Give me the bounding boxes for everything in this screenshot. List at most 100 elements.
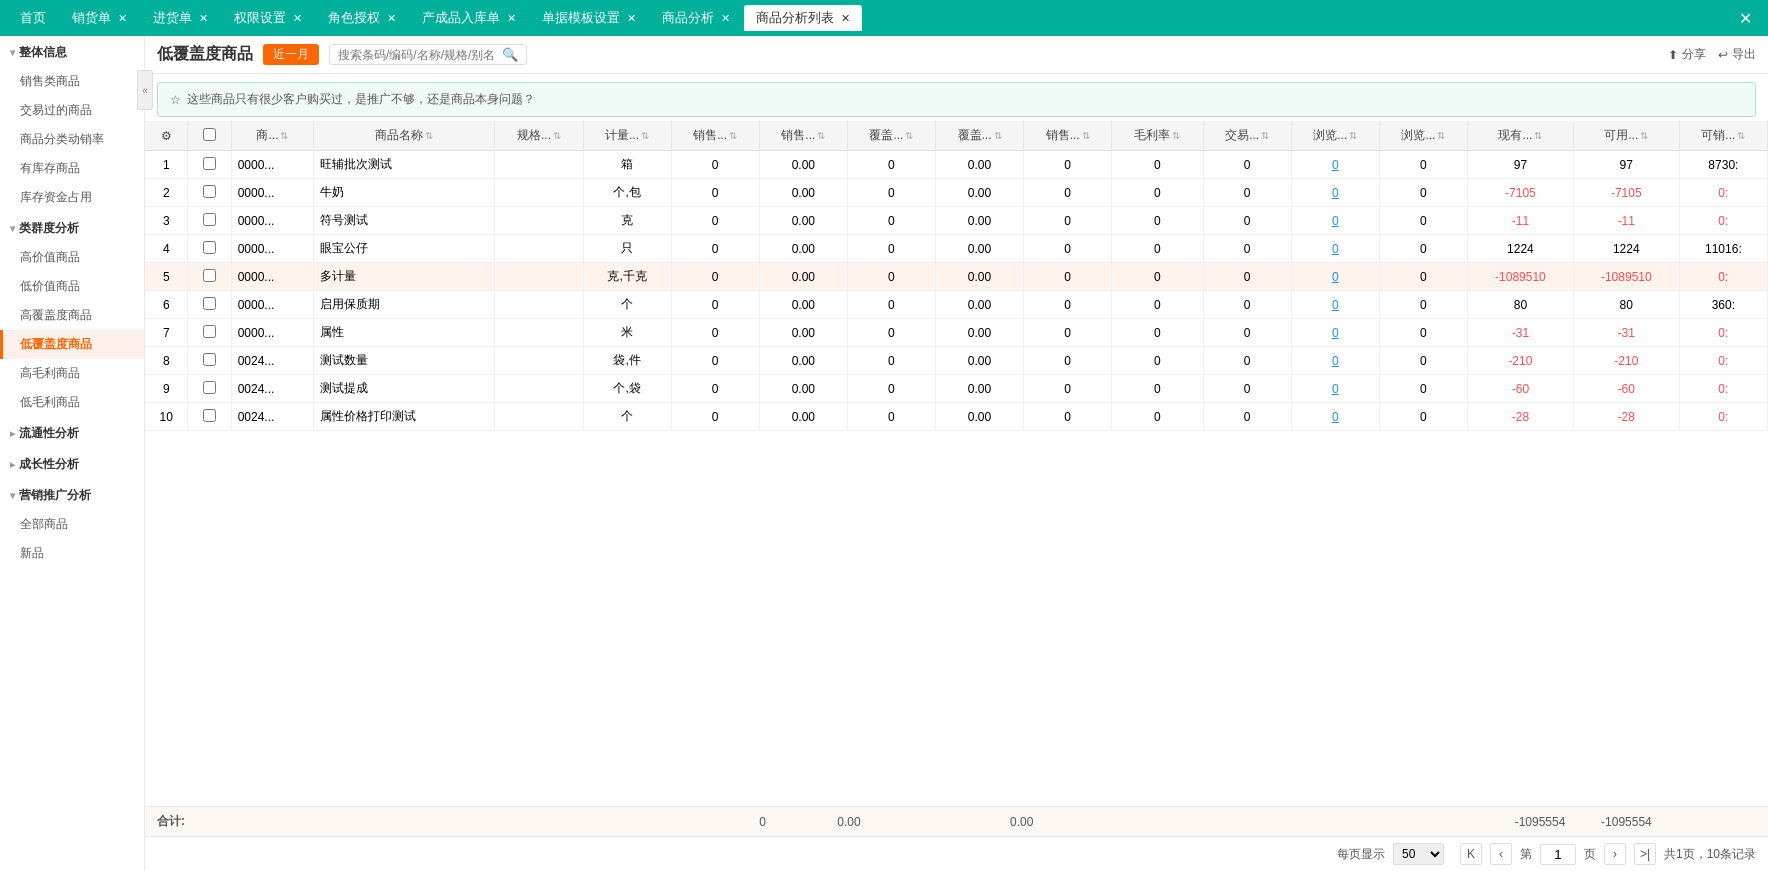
sidebar-section-marketing[interactable]: ▾ 营销推广分析 (0, 479, 144, 510)
row-current-stock: -7105 (1467, 179, 1573, 207)
col-checkbox[interactable] (188, 121, 231, 151)
row-no: 2 (145, 179, 188, 207)
sidebar-item-low-coverage[interactable]: 低覆盖度商品 (0, 330, 144, 359)
row-browse1[interactable]: 0 (1291, 179, 1379, 207)
col-settings[interactable]: ⚙ (145, 121, 188, 151)
sidebar-item-traded-goods[interactable]: 交易过的商品 (0, 96, 144, 125)
share-button[interactable]: ⬆ 分享 (1668, 46, 1706, 63)
row-cover2: 0.00 (935, 263, 1023, 291)
col-sales-count[interactable]: 销售...⇅ (1024, 121, 1112, 151)
col-saleable[interactable]: 可销...⇅ (1679, 121, 1767, 151)
close-icon[interactable]: ✕ (118, 12, 127, 25)
prev-page-button[interactable]: ‹ (1490, 843, 1512, 865)
export-button[interactable]: ↩ 导出 (1718, 46, 1756, 63)
nav-item-perms[interactable]: 权限设置 ✕ (222, 5, 314, 31)
col-sales-qty[interactable]: 销售...⇅ (671, 121, 759, 151)
row-browse1[interactable]: 0 (1291, 403, 1379, 431)
page-input[interactable] (1540, 844, 1576, 865)
row-checkbox[interactable] (188, 179, 231, 207)
sidebar-section-flow[interactable]: ▸ 流通性分析 (0, 417, 144, 448)
sidebar-item-all-goods[interactable]: 全部商品 (0, 510, 144, 539)
row-checkbox[interactable] (188, 347, 231, 375)
row-browse1[interactable]: 0 (1291, 347, 1379, 375)
col-unit[interactable]: 计量...⇅ (583, 121, 671, 151)
row-unit: 米 (583, 319, 671, 347)
row-checkbox[interactable] (188, 403, 231, 431)
sidebar-item-high-margin[interactable]: 高毛利商品 (0, 359, 144, 388)
row-sales-count: 0 (1024, 151, 1112, 179)
search-icon[interactable]: 🔍 (502, 47, 518, 62)
close-icon[interactable]: ✕ (841, 12, 850, 25)
row-browse1[interactable]: 0 (1291, 319, 1379, 347)
close-icon[interactable]: ✕ (387, 12, 396, 25)
search-input[interactable] (338, 48, 498, 62)
close-icon[interactable]: ✕ (293, 12, 302, 25)
row-checkbox[interactable] (188, 291, 231, 319)
nav-item-finished[interactable]: 产成品入库单 ✕ (410, 5, 528, 31)
sidebar-item-low-value[interactable]: 低价值商品 (0, 272, 144, 301)
close-icon[interactable]: ✕ (199, 12, 208, 25)
row-checkbox[interactable] (188, 151, 231, 179)
col-cover1[interactable]: 覆盖...⇅ (847, 121, 935, 151)
row-saleable: 0: (1679, 179, 1767, 207)
period-button[interactable]: 近一月 (263, 44, 319, 65)
row-spec (495, 179, 583, 207)
row-browse1[interactable]: 0 (1291, 207, 1379, 235)
col-current-stock[interactable]: 现有...⇅ (1467, 121, 1573, 151)
col-spec[interactable]: 规格...⇅ (495, 121, 583, 151)
nav-item-analysis[interactable]: 商品分析 ✕ (650, 5, 742, 31)
last-page-button[interactable]: >| (1634, 843, 1656, 865)
row-browse1[interactable]: 0 (1291, 291, 1379, 319)
row-checkbox[interactable] (188, 375, 231, 403)
row-browse1[interactable]: 0 (1291, 151, 1379, 179)
table-row: 8 0024... 测试数量 袋,件 0 0.00 0 0.00 0 0 0 0… (145, 347, 1768, 375)
sidebar-section-overall[interactable]: ▾ 整体信息 (0, 36, 144, 67)
select-all-checkbox[interactable] (203, 128, 216, 141)
close-icon[interactable]: ✕ (627, 12, 636, 25)
row-browse1[interactable]: 0 (1291, 263, 1379, 291)
nav-item-role[interactable]: 角色授权 ✕ (316, 5, 408, 31)
col-avail-stock[interactable]: 可用...⇅ (1573, 121, 1679, 151)
sidebar-section-cluster[interactable]: ▾ 类群度分析 (0, 212, 144, 243)
col-name[interactable]: 商品名称⇅ (314, 121, 495, 151)
col-sales-amt[interactable]: 销售...⇅ (759, 121, 847, 151)
col-browse2[interactable]: 浏览...⇅ (1379, 121, 1467, 151)
row-unit: 个,包 (583, 179, 671, 207)
sidebar-collapse-button[interactable]: « (137, 70, 153, 110)
close-icon[interactable]: ✕ (507, 12, 516, 25)
sidebar-item-high-value[interactable]: 高价值商品 (0, 243, 144, 272)
row-no: 1 (145, 151, 188, 179)
sidebar-item-stock-fund[interactable]: 库存资金占用 (0, 183, 144, 212)
col-trade[interactable]: 交易...⇅ (1203, 121, 1291, 151)
col-browse1[interactable]: 浏览...⇅ (1291, 121, 1379, 151)
row-browse2: 0 (1379, 375, 1467, 403)
sidebar-item-new-goods[interactable]: 新品 (0, 539, 144, 568)
close-icon[interactable]: ✕ (721, 12, 730, 25)
row-checkbox[interactable] (188, 207, 231, 235)
col-cover2[interactable]: 覆盖...⇅ (935, 121, 1023, 151)
close-all-button[interactable]: ✕ (1731, 9, 1760, 28)
row-checkbox[interactable] (188, 319, 231, 347)
nav-item-home[interactable]: 首页 (8, 5, 58, 31)
sidebar-item-low-margin[interactable]: 低毛利商品 (0, 388, 144, 417)
row-current-stock: -28 (1467, 403, 1573, 431)
sidebar-section-growth[interactable]: ▸ 成长性分析 (0, 448, 144, 479)
sidebar-item-stocked-goods[interactable]: 有库存商品 (0, 154, 144, 183)
col-margin[interactable]: 毛利率⇅ (1112, 121, 1203, 151)
row-cover1: 0 (847, 319, 935, 347)
page-size-select[interactable]: 50 100 200 (1393, 843, 1444, 865)
nav-item-purchase[interactable]: 进货单 ✕ (141, 5, 220, 31)
row-checkbox[interactable] (188, 263, 231, 291)
col-code[interactable]: 商...⇅ (231, 121, 314, 151)
nav-item-analysis-list[interactable]: 商品分析列表 ✕ (744, 5, 862, 31)
nav-item-sales[interactable]: 销货单 ✕ (60, 5, 139, 31)
sidebar-item-category-rate[interactable]: 商品分类动销率 (0, 125, 144, 154)
sidebar-item-high-coverage[interactable]: 高覆盖度商品 (0, 301, 144, 330)
row-browse1[interactable]: 0 (1291, 235, 1379, 263)
row-checkbox[interactable] (188, 235, 231, 263)
row-browse1[interactable]: 0 (1291, 375, 1379, 403)
nav-item-template[interactable]: 单据模板设置 ✕ (530, 5, 648, 31)
first-page-button[interactable]: K (1460, 843, 1482, 865)
sidebar-item-sales-goods[interactable]: 销售类商品 (0, 67, 144, 96)
next-page-button[interactable]: › (1604, 843, 1626, 865)
